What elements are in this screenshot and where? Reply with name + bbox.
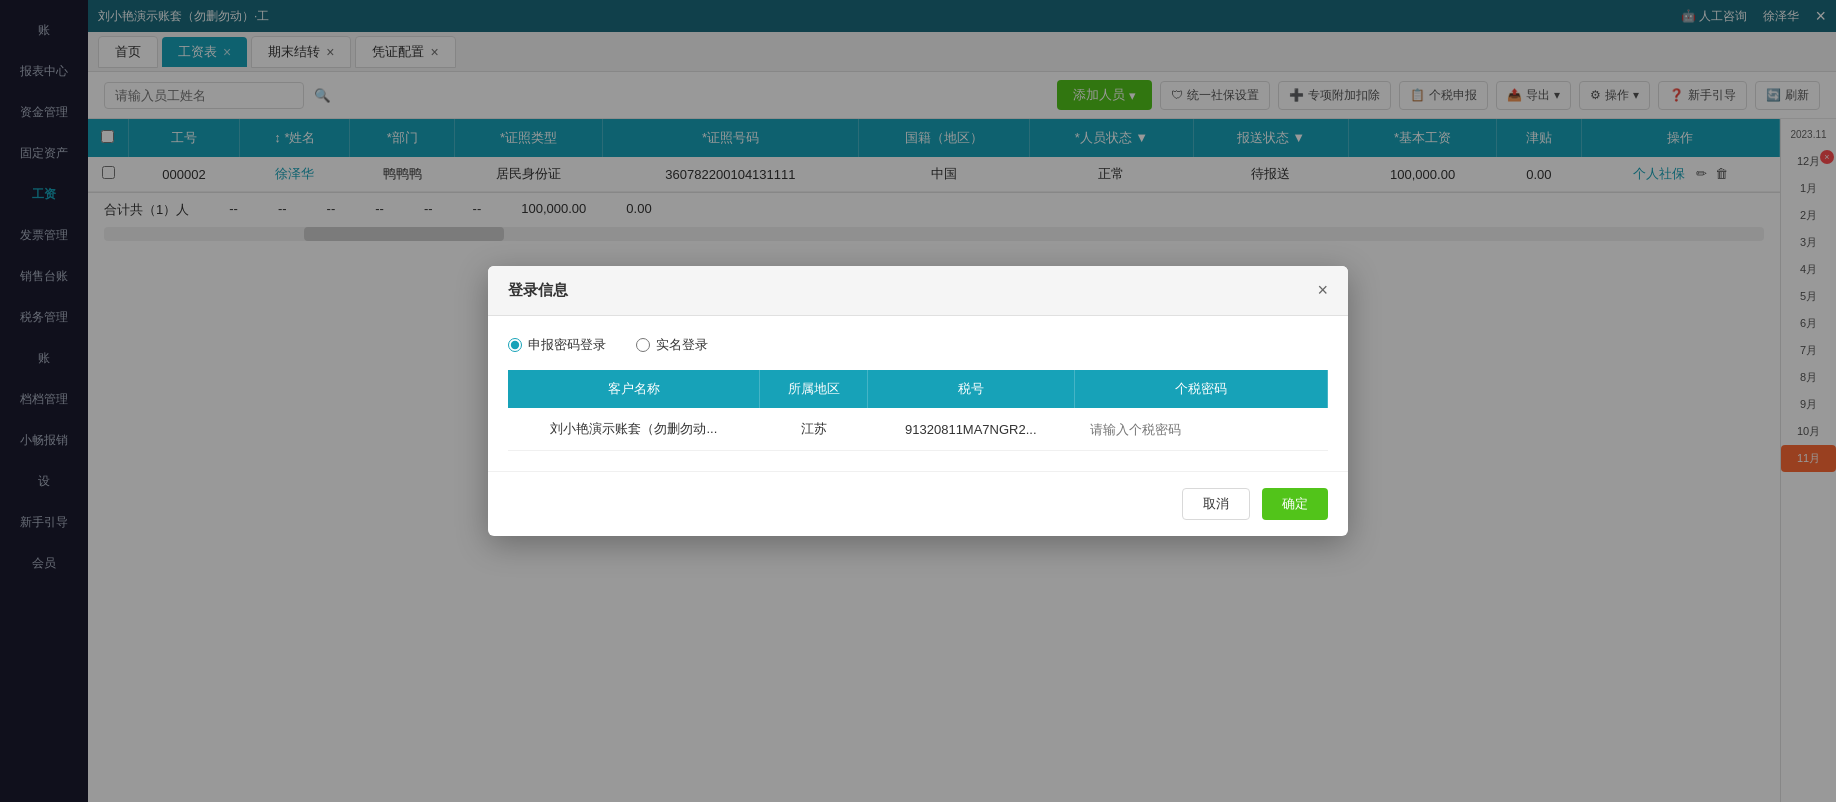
region-cell: 江苏 — [760, 408, 868, 451]
confirm-button[interactable]: 确定 — [1262, 488, 1328, 520]
dialog-body: 申报密码登录 实名登录 客户名称 所属地区 税号 个税密码 — [488, 316, 1348, 471]
col-tax-password: 个税密码 — [1074, 370, 1327, 408]
realname-login-option[interactable]: 实名登录 — [636, 336, 708, 354]
login-type-group: 申报密码登录 实名登录 — [508, 336, 1328, 354]
dialog-close-button[interactable]: × — [1317, 280, 1328, 301]
dialog-header: 登录信息 × — [488, 266, 1348, 316]
password-login-radio[interactable] — [508, 338, 522, 352]
client-name-cell: 刘小艳演示账套（勿删勿动... — [508, 408, 760, 451]
password-login-label: 申报密码登录 — [528, 336, 606, 354]
col-client-name: 客户名称 — [508, 370, 760, 408]
cancel-button[interactable]: 取消 — [1182, 488, 1250, 520]
col-region: 所属地区 — [760, 370, 868, 408]
dialog-title: 登录信息 — [508, 281, 568, 300]
tax-password-cell[interactable] — [1074, 408, 1327, 451]
col-tax-id: 税号 — [867, 370, 1074, 408]
realname-login-label: 实名登录 — [656, 336, 708, 354]
tax-id-cell: 91320811MA7NGR2... — [867, 408, 1074, 451]
client-table-row: 刘小艳演示账套（勿删勿动... 江苏 91320811MA7NGR2... — [508, 408, 1328, 451]
dialog-footer: 取消 确定 — [488, 471, 1348, 536]
login-dialog: 登录信息 × 申报密码登录 实名登录 — [488, 266, 1348, 536]
client-table: 客户名称 所属地区 税号 个税密码 刘小艳演示账套（勿删勿动... 江苏 913… — [508, 370, 1328, 451]
dialog-overlay: 登录信息 × 申报密码登录 实名登录 — [0, 0, 1836, 802]
realname-login-radio[interactable] — [636, 338, 650, 352]
tax-password-input[interactable] — [1090, 422, 1311, 437]
password-login-option[interactable]: 申报密码登录 — [508, 336, 606, 354]
